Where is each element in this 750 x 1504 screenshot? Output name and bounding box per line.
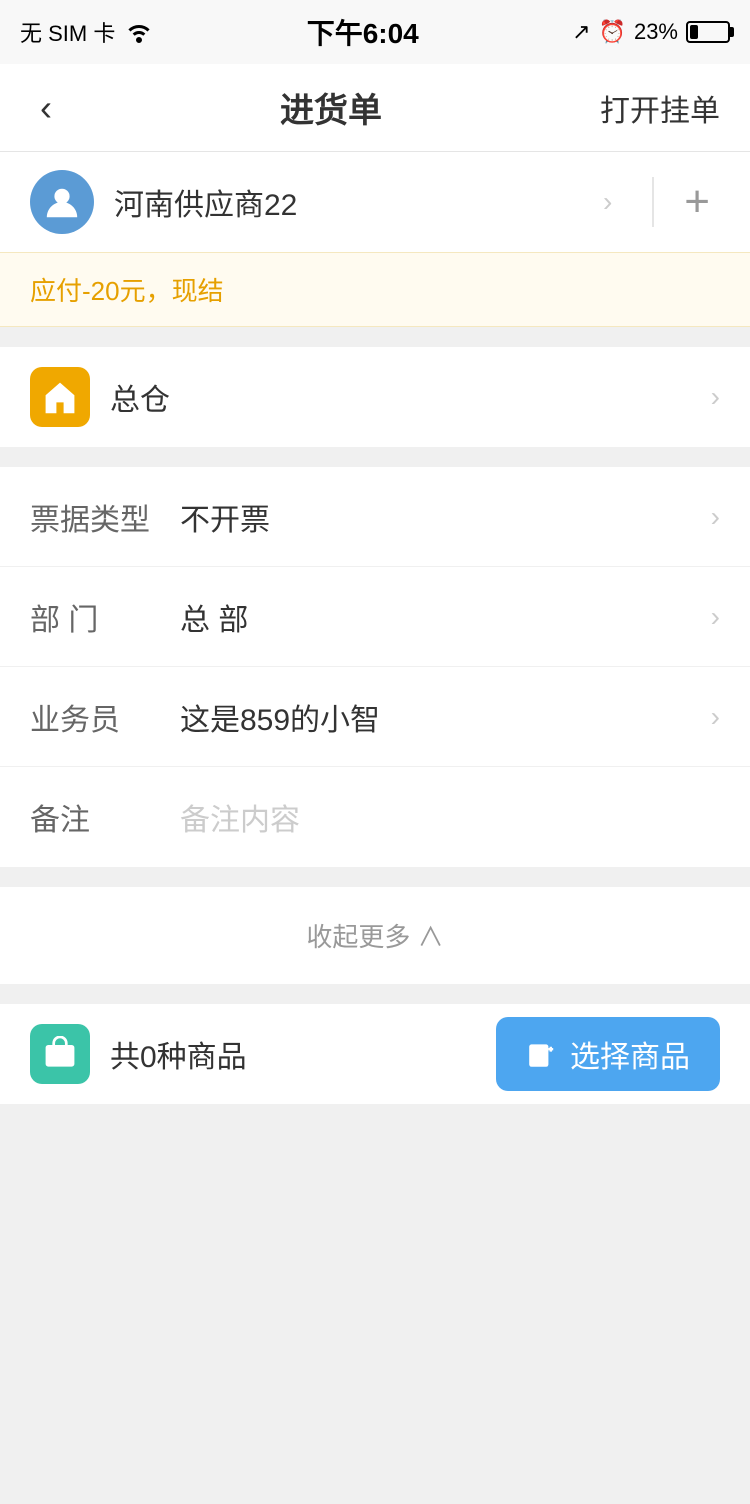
status-carrier: 无 SIM 卡 [20, 16, 153, 48]
wifi-icon [125, 21, 153, 43]
nav-bar: ‹ 进货单 打开挂单 [0, 64, 750, 152]
cart-icon [42, 1036, 78, 1072]
product-count: 共0种商品 [110, 1032, 496, 1076]
warehouse-row[interactable]: 总仓 › [0, 347, 750, 447]
status-right: ↗ ⏰ 23% [572, 19, 730, 45]
warehouse-name: 总仓 [110, 375, 711, 419]
content-area: 河南供应商22 › + 应付-20元，现结 总仓 › 票据类型 不开票 › 部 … [0, 152, 750, 1504]
salesperson-label: 业务员 [30, 695, 170, 739]
remark-row[interactable]: 备注 备注内容 [0, 767, 750, 867]
department-chevron: › [711, 601, 720, 633]
battery-percent: 23% [634, 19, 678, 45]
alarm-icon: ⏰ [599, 19, 626, 45]
notice-banner: 应付-20元，现结 [0, 252, 750, 327]
collapse-section[interactable]: 收起更多 ∧ [0, 887, 750, 984]
salesperson-value: 这是859的小智 [170, 695, 711, 739]
back-button[interactable]: ‹ [30, 77, 62, 139]
select-product-button[interactable]: 选择商品 [496, 1017, 720, 1091]
supplier-chevron-icon: › [603, 186, 612, 218]
home-icon [42, 379, 78, 415]
invoice-type-label: 票据类型 [30, 495, 170, 539]
page-title: 进货单 [280, 83, 382, 132]
product-icon [30, 1024, 90, 1084]
supplier-name: 河南供应商22 [114, 180, 603, 224]
invoice-type-chevron: › [711, 501, 720, 533]
department-row[interactable]: 部 门 总 部 › [0, 567, 750, 667]
status-time: 下午6:04 [307, 12, 419, 52]
remark-value: 备注内容 [170, 795, 720, 839]
remark-label: 备注 [30, 795, 170, 839]
form-section: 票据类型 不开票 › 部 门 总 部 › 业务员 这是859的小智 › 备注 备… [0, 467, 750, 867]
invoice-type-row[interactable]: 票据类型 不开票 › [0, 467, 750, 567]
collapse-label: 收起更多 ∧ [306, 917, 443, 954]
supplier-row[interactable]: 河南供应商22 › + [0, 152, 750, 252]
salesperson-row[interactable]: 业务员 这是859的小智 › [0, 667, 750, 767]
supplier-section: 河南供应商22 › + 应付-20元，现结 [0, 152, 750, 327]
supplier-avatar [30, 170, 94, 234]
location-icon: ↗ [572, 19, 590, 45]
person-icon [43, 183, 81, 221]
add-supplier-button[interactable]: + [674, 167, 720, 237]
select-product-icon [526, 1038, 558, 1070]
supplier-divider [652, 177, 654, 227]
empty-area [0, 1104, 750, 1504]
salesperson-chevron: › [711, 701, 720, 733]
status-bar: 无 SIM 卡 下午6:04 ↗ ⏰ 23% [0, 0, 750, 64]
department-label: 部 门 [30, 595, 170, 639]
battery-icon [686, 21, 730, 43]
open-pending-button[interactable]: 打开挂单 [600, 86, 720, 130]
warehouse-section: 总仓 › [0, 347, 750, 447]
invoice-type-value: 不开票 [170, 495, 711, 539]
department-value: 总 部 [170, 595, 711, 639]
warehouse-chevron-icon: › [711, 381, 720, 413]
warehouse-icon [30, 367, 90, 427]
bottom-bar: 共0种商品 选择商品 [0, 1004, 750, 1104]
